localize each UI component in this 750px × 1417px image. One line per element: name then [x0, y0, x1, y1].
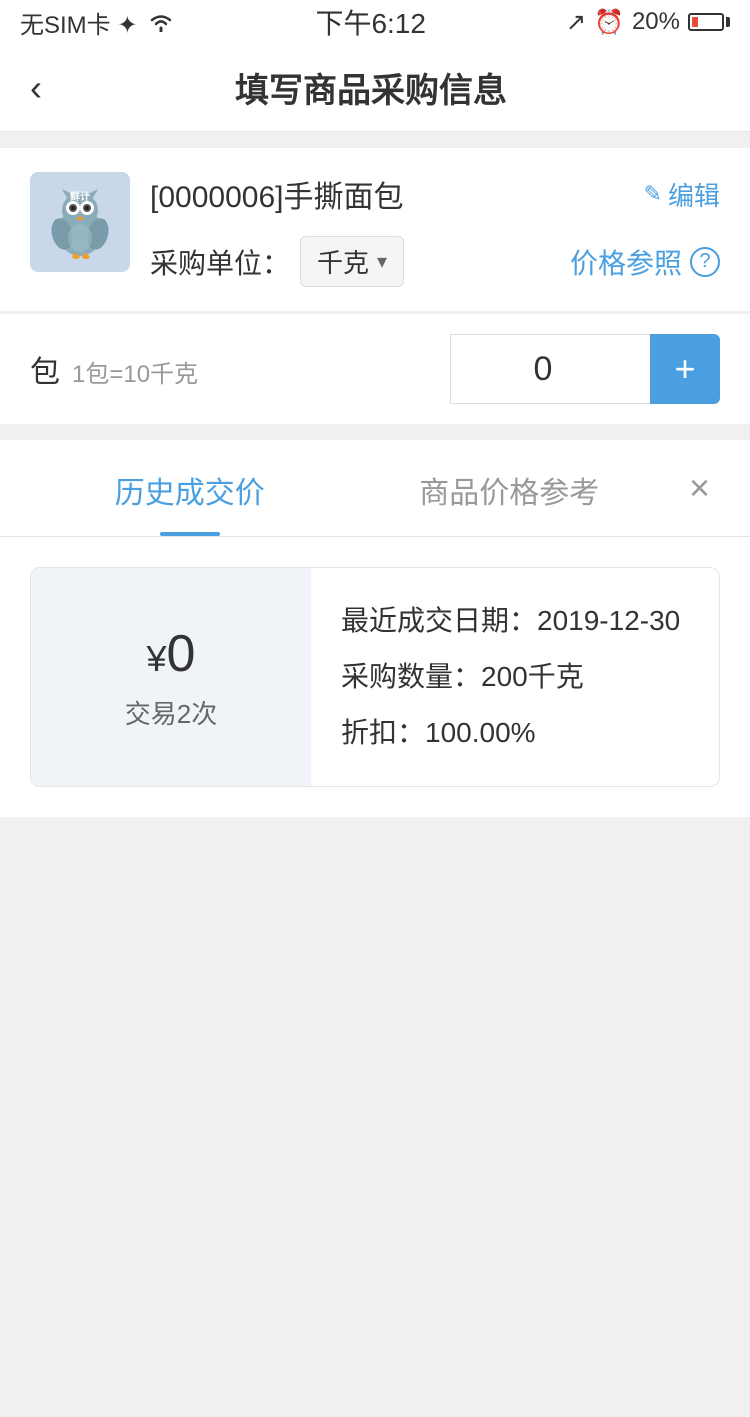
- product-name: [0000006]手撕面包: [150, 172, 403, 216]
- date-label: 最近成交日期：: [341, 605, 537, 636]
- carrier-text: 无SIM卡 ✦: [20, 5, 137, 40]
- product-header: 鲜计 [0000006]手撕面包 ✎ 编辑 采购单位： 千克 ▾: [30, 172, 720, 287]
- quantity-plus-button[interactable]: +: [650, 334, 720, 404]
- unit-arrow-icon: ▾: [377, 249, 387, 274]
- tab-content-history: ¥0 交易2次 最近成交日期：2019-12-30 采购数量：200千克 折扣：…: [0, 537, 750, 817]
- product-owl-icon: 鲜计: [40, 182, 120, 262]
- status-bar: 无SIM卡 ✦ 下午6:12 ↗ ⏰ 20%: [0, 0, 750, 44]
- status-bar-time: 下午6:12: [315, 2, 426, 42]
- history-qty: 采购数量：200千克: [341, 656, 689, 698]
- back-button[interactable]: ‹: [30, 67, 42, 109]
- bottom-area: [0, 817, 750, 1417]
- discount-label: 折扣：: [341, 717, 425, 748]
- quantity-label: 包 1包=10千克: [30, 347, 198, 391]
- product-unit-row: 采购单位： 千克 ▾ 价格参照 ?: [150, 236, 720, 287]
- product-card: 鲜计 [0000006]手撕面包 ✎ 编辑 采购单位： 千克 ▾: [0, 148, 750, 311]
- svg-text:鲜计: 鲜计: [70, 190, 90, 203]
- edit-button[interactable]: ✎ 编辑: [644, 176, 720, 213]
- nav-bar: ‹ 填写商品采购信息: [0, 44, 750, 132]
- quantity-row: 包 1包=10千克 +: [0, 313, 750, 424]
- wifi-icon: [147, 12, 175, 32]
- history-details: 最近成交日期：2019-12-30 采购数量：200千克 折扣：100.00%: [311, 568, 719, 786]
- edit-label: 编辑: [668, 176, 720, 213]
- history-card: ¥0 交易2次 最近成交日期：2019-12-30 采购数量：200千克 折扣：…: [30, 567, 720, 787]
- product-thumbnail: 鲜计: [30, 172, 130, 272]
- alarm-icon: ⏰: [594, 8, 624, 37]
- qty-value: 200千克: [481, 661, 584, 692]
- history-count: 交易2次: [125, 694, 217, 731]
- price-value: 0: [167, 625, 196, 683]
- history-price: ¥0: [147, 624, 196, 684]
- quantity-input[interactable]: [450, 334, 650, 404]
- location-icon: ↗: [566, 8, 586, 37]
- battery-pct: 20%: [632, 8, 680, 36]
- price-symbol: ¥: [147, 638, 167, 679]
- history-price-panel: ¥0 交易2次: [31, 568, 311, 786]
- status-bar-right: ↗ ⏰ 20%: [566, 8, 730, 37]
- tabs-close-button[interactable]: ×: [679, 457, 720, 519]
- battery-icon: [688, 13, 730, 31]
- page-title: 填写商品采购信息: [62, 63, 680, 112]
- date-value: 2019-12-30: [537, 605, 680, 636]
- unit-selector[interactable]: 千克 ▾: [300, 236, 404, 287]
- tab-history-price[interactable]: 历史成交价: [30, 440, 349, 536]
- history-discount: 折扣：100.00%: [341, 712, 689, 754]
- unit-value: 千克: [317, 243, 369, 280]
- edit-icon: ✎: [644, 181, 662, 207]
- unit-label-text: 采购单位：: [150, 242, 290, 282]
- product-info: [0000006]手撕面包 ✎ 编辑 采购单位： 千克 ▾ 价格参照: [150, 172, 720, 287]
- quantity-conversion: 1包=10千克: [72, 354, 198, 389]
- price-ref-help-icon: ?: [690, 247, 720, 277]
- discount-value: 100.00%: [425, 717, 536, 748]
- tab-price-ref[interactable]: 商品价格参考: [349, 440, 668, 536]
- product-title-row: [0000006]手撕面包 ✎ 编辑: [150, 172, 720, 216]
- history-date: 最近成交日期：2019-12-30: [341, 600, 689, 642]
- qty-label: 采购数量：: [341, 661, 481, 692]
- status-bar-left: 无SIM卡 ✦: [20, 5, 175, 40]
- quantity-input-group: +: [450, 334, 720, 404]
- unit-label: 采购单位： 千克 ▾: [150, 236, 404, 287]
- tabs-section: 历史成交价 商品价格参考 × ¥0 交易2次 最近成交日期：2019-12-30…: [0, 440, 750, 817]
- price-ref-button[interactable]: 价格参照 ?: [570, 242, 720, 282]
- tabs-header: 历史成交价 商品价格参考 ×: [0, 440, 750, 537]
- quantity-unit: 包: [30, 347, 60, 391]
- price-ref-label: 价格参照: [570, 242, 682, 282]
